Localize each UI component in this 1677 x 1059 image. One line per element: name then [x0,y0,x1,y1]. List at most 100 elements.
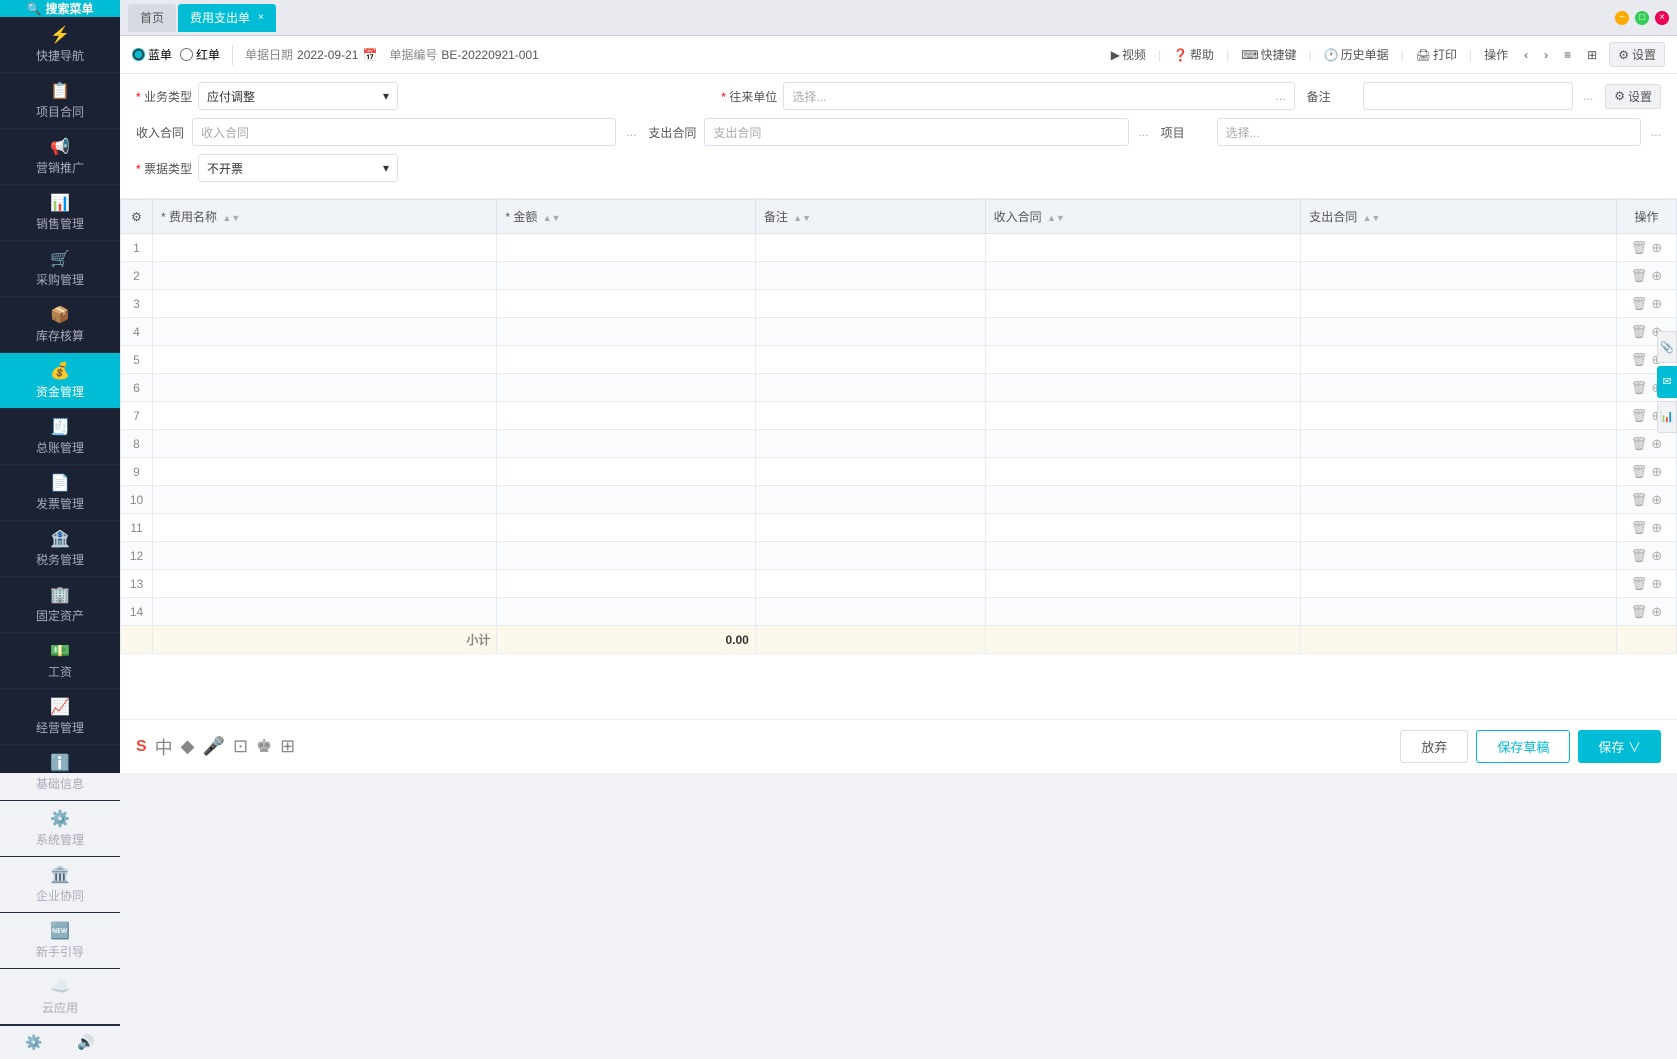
copy-icon-12[interactable]: ⊕ [1651,548,1662,564]
sidebar-item-payroll[interactable]: 💵 工资 [0,633,120,689]
expense-contract-dots[interactable]: ... [1139,125,1149,139]
table-row[interactable]: 1 🗑 ⊕ [121,234,1677,262]
cell-memo-14[interactable] [755,598,985,626]
cell-expense-name-1[interactable] [153,234,497,262]
cell-memo-6[interactable] [755,374,985,402]
cell-income-contract-6[interactable] [985,374,1301,402]
radio-blue-label[interactable]: 蓝单 [132,46,172,63]
cell-memo-1[interactable] [755,234,985,262]
table-row[interactable]: 10 🗑 ⊕ [121,486,1677,514]
copy-icon-1[interactable]: ⊕ [1651,240,1662,256]
cell-expense-name-8[interactable] [153,430,497,458]
cell-amount-3[interactable] [497,290,755,318]
cell-income-contract-1[interactable] [985,234,1301,262]
cell-expense-contract-14[interactable] [1301,598,1617,626]
table-row[interactable]: 9 🗑 ⊕ [121,458,1677,486]
sidebar-item-new-guide[interactable]: 🆕 新手引导 [0,913,120,969]
partner-dots[interactable]: ... [1276,89,1286,103]
copy-icon-10[interactable]: ⊕ [1651,492,1662,508]
cell-amount-14[interactable] [497,598,755,626]
cell-income-contract-9[interactable] [985,458,1301,486]
cell-expense-contract-10[interactable] [1301,486,1617,514]
memo-dots[interactable]: ... [1583,89,1593,103]
copy-icon-2[interactable]: ⊕ [1651,268,1662,284]
cell-income-contract-10[interactable] [985,486,1301,514]
sidebar-item-fixed-assets[interactable]: 🏢 固定资产 [0,577,120,633]
table-row[interactable]: 3 🗑 ⊕ [121,290,1677,318]
cell-amount-4[interactable] [497,318,755,346]
sidebar-item-basic-info[interactable]: ℹ️ 基础信息 [0,745,120,801]
sidebar-item-sys-mgmt[interactable]: ⚙️ 系统管理 [0,801,120,857]
cell-expense-name-6[interactable] [153,374,497,402]
delete-icon-3[interactable]: 🗑 [1631,296,1648,312]
cell-income-contract-3[interactable] [985,290,1301,318]
cell-income-contract-12[interactable] [985,542,1301,570]
project-select[interactable]: 选择... [1217,118,1641,146]
delete-icon-6[interactable]: 🗑 [1631,380,1648,396]
sidebar-item-enterprise[interactable]: 🏛️ 企业协同 [0,857,120,913]
cell-income-contract-5[interactable] [985,346,1301,374]
cell-expense-contract-3[interactable] [1301,290,1617,318]
sidebar-item-fund-mgmt[interactable]: 💰 资金管理 [0,353,120,409]
cell-amount-11[interactable] [497,514,755,542]
sidebar-item-quick-nav[interactable]: ⚡ 快捷导航 [0,17,120,73]
table-row[interactable]: 13 🗑 ⊕ [121,570,1677,598]
cell-amount-9[interactable] [497,458,755,486]
partner-select[interactable]: 选择... ... [783,82,1294,110]
memo-input[interactable] [1363,82,1574,110]
footer-icon-diamond[interactable]: ◆ [181,736,195,757]
cell-expense-contract-2[interactable] [1301,262,1617,290]
form-settings-btn[interactable]: ⚙ 设置 [1605,84,1661,109]
footer-icon-zhong[interactable]: 中 [155,734,173,760]
sidebar-item-project-contract[interactable]: 📋 项目合同 [0,73,120,129]
delete-icon-9[interactable]: 🗑 [1631,464,1648,480]
cell-income-contract-13[interactable] [985,570,1301,598]
tab-home[interactable]: 首页 [128,4,176,32]
cell-amount-10[interactable] [497,486,755,514]
cell-amount-5[interactable] [497,346,755,374]
cell-expense-name-13[interactable] [153,570,497,598]
delete-icon-1[interactable]: 🗑 [1631,240,1648,256]
biz-type-select[interactable]: 应付调整 ▾ [198,82,398,110]
cell-memo-11[interactable] [755,514,985,542]
cell-expense-contract-9[interactable] [1301,458,1617,486]
cell-expense-contract-8[interactable] [1301,430,1617,458]
cell-memo-10[interactable] [755,486,985,514]
settings-button[interactable]: ⚙ 设置 [1609,42,1665,67]
table-row[interactable]: 6 🗑 ⊕ [121,374,1677,402]
table-row[interactable]: 2 🗑 ⊕ [121,262,1677,290]
delete-icon-11[interactable]: 🗑 [1631,520,1648,536]
table-row[interactable]: 7 🗑 ⊕ [121,402,1677,430]
cell-income-contract-11[interactable] [985,514,1301,542]
cell-expense-name-4[interactable] [153,318,497,346]
cell-expense-name-3[interactable] [153,290,497,318]
help-btn[interactable]: ❓ 帮助 [1169,44,1218,65]
delete-icon-8[interactable]: 🗑 [1631,436,1648,452]
sidebar-item-sales-mgmt[interactable]: 📊 销售管理 [0,185,120,241]
delete-icon-4[interactable]: 🗑 [1631,324,1648,340]
delete-icon-13[interactable]: 🗑 [1631,576,1648,592]
cell-expense-contract-5[interactable] [1301,346,1617,374]
copy-icon-11[interactable]: ⊕ [1651,520,1662,536]
sidebar-item-inventory[interactable]: 📦 库存核算 [0,297,120,353]
save-button[interactable]: 保存 ∨ [1578,730,1661,763]
cell-memo-4[interactable] [755,318,985,346]
tab-expense-close[interactable]: × [258,12,264,23]
income-contract-select[interactable]: 收入合同 [192,118,616,146]
sidebar-item-sales-promo[interactable]: 📢 营销推广 [0,129,120,185]
cell-expense-contract-7[interactable] [1301,402,1617,430]
delete-icon-10[interactable]: 🗑 [1631,492,1648,508]
cell-income-contract-4[interactable] [985,318,1301,346]
delete-icon-5[interactable]: 🗑 [1631,352,1648,368]
settings-bottom-icon[interactable]: ⚙️ [25,1034,42,1051]
radio-red[interactable] [180,48,193,61]
minimize-button[interactable]: − [1615,11,1629,25]
sort-income-contract[interactable]: ▲▼ [1047,213,1065,223]
view-grid-btn[interactable]: ⊞ [1583,46,1601,64]
cell-expense-name-12[interactable] [153,542,497,570]
cell-memo-5[interactable] [755,346,985,374]
sort-expense-contract[interactable]: ▲▼ [1363,213,1381,223]
cell-amount-12[interactable] [497,542,755,570]
sort-amount[interactable]: ▲▼ [543,213,561,223]
copy-icon-13[interactable]: ⊕ [1651,576,1662,592]
